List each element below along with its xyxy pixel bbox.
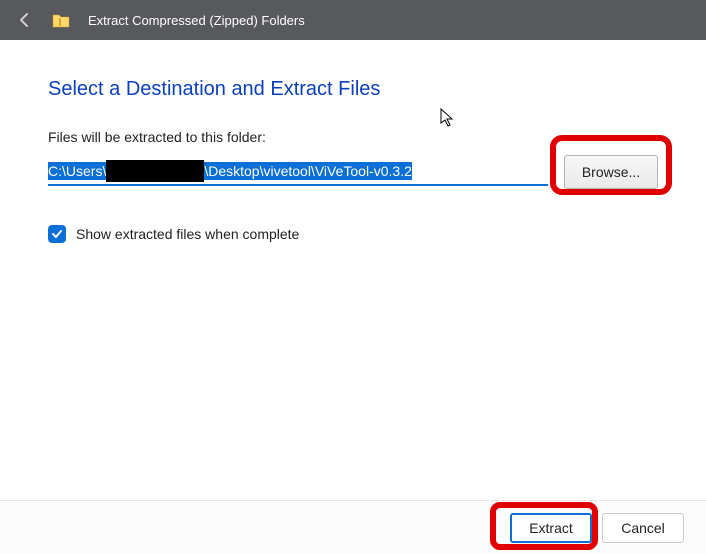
cancel-button[interactable]: Cancel [602, 513, 684, 543]
path-suffix: \Desktop\vivetool\ViVeTool-v0.3.2 [204, 162, 412, 180]
show-files-checkbox-row: Show extracted files when complete [48, 225, 658, 243]
extract-button[interactable]: Extract [510, 513, 592, 543]
page-heading: Select a Destination and Extract Files [48, 78, 658, 101]
destination-row: C:\Users\ \Desktop\vivetool\ViVeTool-v0.3… [48, 155, 658, 189]
zip-folder-icon [52, 12, 70, 28]
show-files-checkbox[interactable] [48, 225, 66, 243]
wizard-footer: Extract Cancel [0, 500, 706, 554]
titlebar: Extract Compressed (Zipped) Folders [0, 0, 706, 40]
window-title: Extract Compressed (Zipped) Folders [88, 13, 305, 28]
browse-button[interactable]: Browse... [564, 155, 658, 189]
path-prefix: C:\Users\ [48, 162, 106, 180]
path-redacted-user [106, 160, 204, 182]
show-files-label: Show extracted files when complete [76, 226, 299, 242]
back-icon[interactable] [16, 11, 34, 29]
wizard-content: Select a Destination and Extract Files F… [0, 40, 706, 243]
destination-path-input[interactable]: C:\Users\ \Desktop\vivetool\ViVeTool-v0.3… [48, 158, 548, 186]
path-label: Files will be extracted to this folder: [48, 129, 658, 145]
